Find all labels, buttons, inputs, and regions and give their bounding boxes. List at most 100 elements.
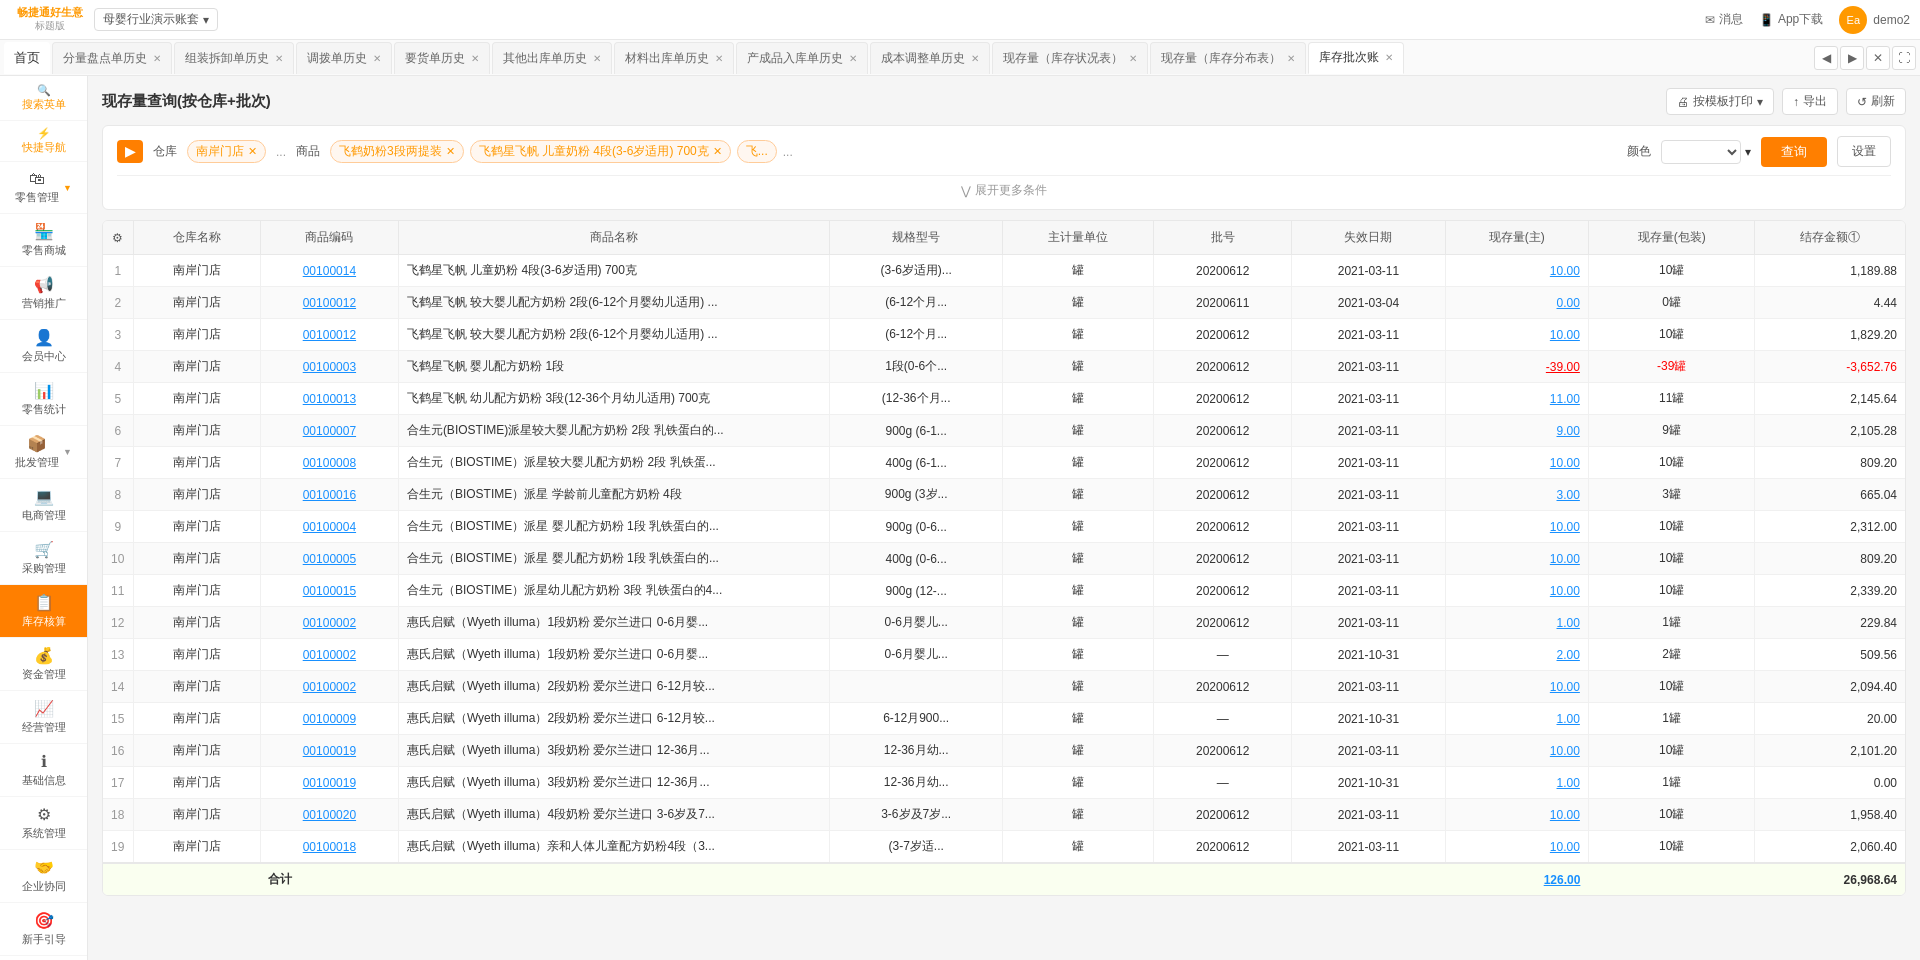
- col-settings[interactable]: ⚙: [103, 221, 133, 255]
- tab-close-icon[interactable]: ✕: [849, 53, 857, 64]
- tab-chanpin-ruku[interactable]: 产成品入库单历史 ✕: [736, 42, 868, 74]
- sidebar-item-marketing[interactable]: 📢 营销推广: [0, 267, 87, 320]
- tab-next-btn[interactable]: ▶: [1840, 46, 1864, 70]
- row-code[interactable]: 00100007: [260, 415, 398, 447]
- sidebar-item-search[interactable]: 🔍 搜索英单: [0, 76, 87, 121]
- row-code[interactable]: 00100003: [260, 351, 398, 383]
- app-download-btn[interactable]: 📱 App下载: [1759, 11, 1823, 28]
- tab-chengben[interactable]: 成本调整单历史 ✕: [870, 42, 990, 74]
- tab-close-icon[interactable]: ✕: [593, 53, 601, 64]
- sidebar-item-purchase[interactable]: 🛒 采购管理: [0, 532, 87, 585]
- row-qty-main[interactable]: 9.00: [1445, 415, 1588, 447]
- tab-kucun-state[interactable]: 现存量（库存状况表） ✕: [992, 42, 1148, 74]
- tab-prev-btn[interactable]: ◀: [1814, 46, 1838, 70]
- row-code[interactable]: 00100019: [260, 735, 398, 767]
- tab-tiao-bo[interactable]: 调拨单历史 ✕: [296, 42, 392, 74]
- row-qty-main[interactable]: 10.00: [1445, 735, 1588, 767]
- row-code[interactable]: 00100004: [260, 511, 398, 543]
- warehouse-more-icon[interactable]: ...: [276, 145, 286, 159]
- row-qty-main[interactable]: 10.00: [1445, 543, 1588, 575]
- row-code[interactable]: 00100002: [260, 671, 398, 703]
- sidebar-item-inventory[interactable]: 📋 库存核算: [0, 585, 87, 638]
- tab-cailiao-chuku[interactable]: 材料出库单历史 ✕: [614, 42, 734, 74]
- row-code[interactable]: 00100020: [260, 799, 398, 831]
- row-code[interactable]: 00100012: [260, 319, 398, 351]
- tab-kucun-pici[interactable]: 库存批次账 ✕: [1308, 42, 1404, 74]
- tab-fen-pan[interactable]: 分量盘点单历史 ✕: [52, 42, 172, 74]
- tab-close-all-btn[interactable]: ✕: [1866, 46, 1890, 70]
- row-qty-main[interactable]: 11.00: [1445, 383, 1588, 415]
- sidebar-item-operation[interactable]: 📈 经营管理: [0, 691, 87, 744]
- row-code[interactable]: 00100016: [260, 479, 398, 511]
- sidebar-item-wholesale[interactable]: 📦 批发管理 ▼: [0, 426, 87, 479]
- tab-yao-huo[interactable]: 要货单历史 ✕: [394, 42, 490, 74]
- product-tag-2-close-icon[interactable]: ✕: [713, 145, 722, 158]
- breadcrumb-select[interactable]: 母婴行业演示账套 ▾: [94, 8, 218, 31]
- user-area[interactable]: Ea demo2: [1839, 6, 1910, 34]
- filter-toggle-button[interactable]: ▶: [117, 140, 143, 163]
- row-qty-main[interactable]: 10.00: [1445, 319, 1588, 351]
- tab-fullscreen-btn[interactable]: ⛶: [1892, 46, 1916, 70]
- row-qty-main[interactable]: -39.00: [1445, 351, 1588, 383]
- row-code[interactable]: 00100014: [260, 255, 398, 287]
- row-qty-main[interactable]: 1.00: [1445, 607, 1588, 639]
- row-qty-main[interactable]: 10.00: [1445, 255, 1588, 287]
- sidebar-item-guide[interactable]: 🎯 新手引导: [0, 903, 87, 956]
- tab-close-icon[interactable]: ✕: [1287, 53, 1295, 64]
- tab-close-icon[interactable]: ✕: [715, 53, 723, 64]
- tab-home[interactable]: 首页: [4, 42, 50, 74]
- tab-zu-chai[interactable]: 组装拆卸单历史 ✕: [174, 42, 294, 74]
- row-qty-main[interactable]: 1.00: [1445, 767, 1588, 799]
- row-code[interactable]: 00100019: [260, 767, 398, 799]
- row-qty-main[interactable]: 10.00: [1445, 671, 1588, 703]
- sidebar-item-finance[interactable]: 💰 资金管理: [0, 638, 87, 691]
- tab-close-icon[interactable]: ✕: [153, 53, 161, 64]
- tab-qita-chuku[interactable]: 其他出库单历史 ✕: [492, 42, 612, 74]
- tab-close-icon[interactable]: ✕: [471, 53, 479, 64]
- tab-close-icon[interactable]: ✕: [373, 53, 381, 64]
- tab-kucun-dist[interactable]: 现存量（库存分布表） ✕: [1150, 42, 1306, 74]
- sidebar-item-retail-stats[interactable]: 📊 零售统计: [0, 373, 87, 426]
- filter-more-btn[interactable]: ⋁ 展开更多条件: [117, 175, 1891, 199]
- sidebar-item-apps[interactable]: 📱 应用中心: [0, 956, 87, 960]
- print-button[interactable]: 🖨 按模板打印 ▾: [1666, 88, 1774, 115]
- row-qty-main[interactable]: 2.00: [1445, 639, 1588, 671]
- product-tag-1-close-icon[interactable]: ✕: [446, 145, 455, 158]
- tab-close-icon[interactable]: ✕: [971, 53, 979, 64]
- setting-button[interactable]: 设置: [1837, 136, 1891, 167]
- refresh-button[interactable]: ↺ 刷新: [1846, 88, 1906, 115]
- sidebar-item-company[interactable]: 🤝 企业协同: [0, 850, 87, 903]
- row-qty-main[interactable]: 10.00: [1445, 447, 1588, 479]
- product-more-icon[interactable]: ...: [783, 145, 793, 159]
- row-qty-main[interactable]: 10.00: [1445, 511, 1588, 543]
- sidebar-item-retail-mall[interactable]: 🏪 零售商城: [0, 214, 87, 267]
- sidebar-item-member[interactable]: 👤 会员中心: [0, 320, 87, 373]
- message-btn[interactable]: ✉ 消息: [1705, 11, 1743, 28]
- query-button[interactable]: 查询: [1761, 137, 1827, 167]
- sidebar-item-system[interactable]: ⚙ 系统管理: [0, 797, 87, 850]
- row-qty-main[interactable]: 10.00: [1445, 831, 1588, 864]
- row-code[interactable]: 00100015: [260, 575, 398, 607]
- warehouse-tag-close-icon[interactable]: ✕: [248, 145, 257, 158]
- row-qty-main[interactable]: 0.00: [1445, 287, 1588, 319]
- row-qty-main[interactable]: 1.00: [1445, 703, 1588, 735]
- sidebar-item-retail-mgmt[interactable]: 🛍 零售管理 ▼: [0, 162, 87, 214]
- tab-close-icon[interactable]: ✕: [275, 53, 283, 64]
- row-code[interactable]: 00100013: [260, 383, 398, 415]
- row-code[interactable]: 00100002: [260, 639, 398, 671]
- sidebar-item-basic[interactable]: ℹ 基础信息: [0, 744, 87, 797]
- row-code[interactable]: 00100005: [260, 543, 398, 575]
- row-qty-main[interactable]: 3.00: [1445, 479, 1588, 511]
- sidebar-item-nav[interactable]: ⚡ 快捷导航: [0, 121, 87, 162]
- row-code[interactable]: 00100012: [260, 287, 398, 319]
- tab-close-icon[interactable]: ✕: [1129, 53, 1137, 64]
- row-code[interactable]: 00100018: [260, 831, 398, 864]
- export-button[interactable]: ↑ 导出: [1782, 88, 1838, 115]
- color-select[interactable]: [1661, 140, 1741, 164]
- row-code[interactable]: 00100002: [260, 607, 398, 639]
- sidebar-item-ecommerce[interactable]: 💻 电商管理: [0, 479, 87, 532]
- row-code[interactable]: 00100009: [260, 703, 398, 735]
- row-code[interactable]: 00100008: [260, 447, 398, 479]
- row-qty-main[interactable]: 10.00: [1445, 799, 1588, 831]
- tab-close-icon[interactable]: ✕: [1385, 52, 1393, 63]
